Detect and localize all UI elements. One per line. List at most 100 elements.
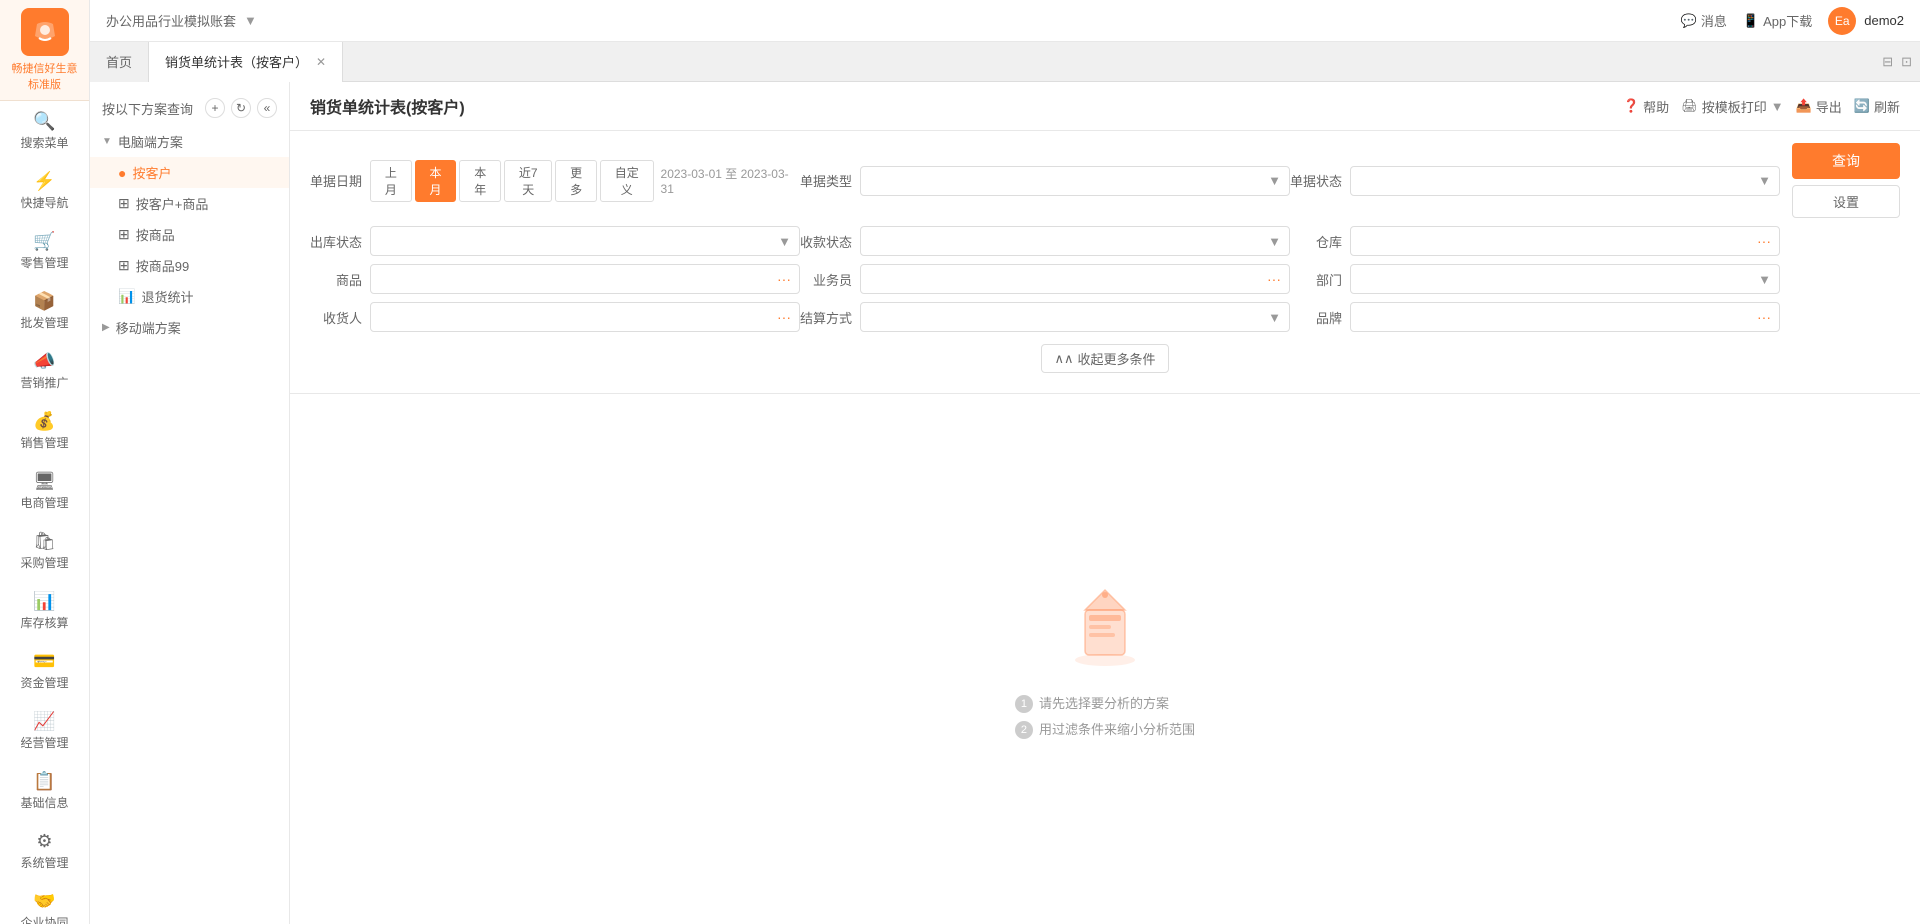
- tab-sales-stat[interactable]: 销货单统计表（按客户） ✕: [149, 42, 343, 82]
- sidebar-item-label: 基础信息: [4, 794, 85, 811]
- logo-icon: [21, 8, 69, 56]
- by-goods-icon: ⊞: [118, 226, 130, 243]
- sidebar-item-operations[interactable]: 📈 经营管理: [0, 701, 89, 761]
- refresh-scheme-btn[interactable]: ↻: [231, 98, 251, 118]
- marketing-icon: 📣: [4, 351, 85, 372]
- scheme-by-goods-99[interactable]: ⊞ 按商品99: [90, 250, 289, 281]
- export-icon: 📤: [1796, 98, 1812, 114]
- sidebar-item-ecommerce[interactable]: 🖥 电商管理: [0, 461, 89, 521]
- settlement-label: 结算方式: [800, 308, 860, 327]
- sidebar-item-search-menu[interactable]: 🔍 搜索菜单: [0, 101, 89, 161]
- tip-1-num: 1: [1015, 695, 1033, 713]
- sidebar-item-finance[interactable]: 💳 资金管理: [0, 641, 89, 701]
- date-filter-cell: 单据日期 上月 本月 本年 近7天 更多 自定义 2023-03-01 至 20…: [310, 160, 800, 202]
- refresh-btn[interactable]: 🔄 刷新: [1854, 97, 1900, 116]
- scheme-by-customer-goods[interactable]: ⊞ 按客户+商品: [90, 188, 289, 219]
- page-title: 销货单统计表(按客户): [310, 94, 465, 118]
- tab-bar: 首页 销货单统计表（按客户） ✕ ⊟ ⊡: [90, 42, 1920, 82]
- settlement-arrow-icon: ▼: [1268, 310, 1281, 325]
- receipt-status-filter-cell: 收款状态 ▼: [800, 226, 1290, 256]
- add-scheme-btn[interactable]: +: [205, 98, 225, 118]
- app-download-label: App下载: [1763, 11, 1812, 30]
- salesperson-select[interactable]: ···: [860, 264, 1290, 294]
- sidebar-item-inventory[interactable]: 📊 库存核算: [0, 581, 89, 641]
- export-btn[interactable]: 📤 导出: [1796, 97, 1842, 116]
- user-area[interactable]: Ea demo2: [1828, 7, 1904, 35]
- sidebar-item-label: 营销推广: [4, 374, 85, 391]
- date-last-month-btn[interactable]: 上月: [370, 160, 412, 202]
- sales-icon: 💰: [4, 411, 85, 432]
- message-btn[interactable]: 💬 消息: [1681, 11, 1727, 30]
- doc-status-select[interactable]: ▼: [1350, 166, 1780, 196]
- recipient-label: 收货人: [310, 308, 370, 327]
- sidebar-item-retail[interactable]: 🛒 零售管理: [0, 221, 89, 281]
- warehouse-select[interactable]: ···: [1350, 226, 1780, 256]
- sidebar-item-system[interactable]: ⚙ 系统管理: [0, 821, 89, 881]
- recipient-select[interactable]: ···: [370, 302, 800, 332]
- salesperson-dots[interactable]: ···: [1267, 271, 1281, 287]
- dept-select[interactable]: ▼: [1350, 264, 1780, 294]
- mobile-section-title[interactable]: ▶ 移动端方案: [90, 312, 289, 343]
- date-filter-controls: 上月 本月 本年 近7天 更多 自定义 2023-03-01 至 2023-03…: [370, 160, 800, 202]
- date-this-year-btn[interactable]: 本年: [459, 160, 501, 202]
- sidebar-item-label: 搜索菜单: [4, 134, 85, 151]
- collapse-panel-btn[interactable]: «: [257, 98, 277, 118]
- setting-button[interactable]: 设置: [1792, 185, 1900, 218]
- out-status-label: 出库状态: [310, 232, 370, 251]
- scheme-by-goods[interactable]: ⊞ 按商品: [90, 219, 289, 250]
- help-btn[interactable]: ❓ 帮助: [1623, 97, 1669, 116]
- brand-select[interactable]: ···: [1350, 302, 1780, 332]
- scheme-return-stats[interactable]: 📊 退货统计: [90, 281, 289, 312]
- date-custom-btn[interactable]: 自定义: [600, 160, 654, 202]
- app-download-btn[interactable]: 📱 App下载: [1743, 11, 1812, 30]
- tab-close-btn[interactable]: ✕: [316, 55, 326, 69]
- collapse-btn[interactable]: ∧∧ 收起更多条件: [1041, 344, 1168, 373]
- date-this-month-btn[interactable]: 本月: [415, 160, 457, 202]
- warehouse-dots[interactable]: ···: [1757, 233, 1771, 249]
- goods-dots[interactable]: ···: [777, 271, 791, 287]
- logo-area: 畅捷信好生意 标准版: [0, 0, 89, 101]
- sidebar-item-basic[interactable]: 📋 基础信息: [0, 761, 89, 821]
- query-button[interactable]: 查询: [1792, 143, 1900, 179]
- sidebar-item-label: 资金管理: [4, 674, 85, 691]
- recipient-dots[interactable]: ···: [777, 309, 791, 325]
- receipt-status-label: 收款状态: [800, 232, 860, 251]
- sidebar-item-label: 销售管理: [4, 434, 85, 451]
- out-status-select[interactable]: ▼: [370, 226, 800, 256]
- goods-select[interactable]: ···: [370, 264, 800, 294]
- header-right: 💬 消息 📱 App下载 Ea demo2: [1681, 7, 1904, 35]
- dropdown-arrow-icon[interactable]: ▼: [244, 13, 257, 28]
- tab-maximize-icon[interactable]: ⊡: [1901, 54, 1912, 70]
- tab-home[interactable]: 首页: [90, 42, 149, 82]
- doc-status-filter-cell: 单据状态 ▼: [1290, 166, 1780, 196]
- sidebar-item-label: 库存核算: [4, 614, 85, 631]
- scheme-by-goods-99-label: 按商品99: [136, 256, 189, 275]
- scheme-by-customer[interactable]: ● 按客户: [90, 157, 289, 188]
- sidebar-item-marketing[interactable]: 📣 营销推广: [0, 341, 89, 401]
- date-last-7-days-btn[interactable]: 近7天: [504, 160, 552, 202]
- sidebar-item-cooperation[interactable]: 🤝 企业协同: [0, 881, 89, 924]
- mobile-section-label: 移动端方案: [116, 318, 181, 337]
- settlement-filter-cell: 结算方式 ▼: [800, 302, 1290, 332]
- print-btn[interactable]: 🖨 按模板打印 ▼: [1681, 97, 1783, 116]
- filter-row-3: 商品 ··· 业务员 ··· 部门: [310, 264, 1900, 294]
- export-label: 导出: [1816, 97, 1842, 116]
- tab-minimize-icon[interactable]: ⊟: [1882, 54, 1893, 70]
- search-menu-icon: 🔍: [4, 111, 85, 132]
- settlement-select[interactable]: ▼: [860, 302, 1290, 332]
- sidebar-item-wholesale[interactable]: 📦 批发管理: [0, 281, 89, 341]
- date-more-btn[interactable]: 更多: [555, 160, 597, 202]
- return-stats-icon: 📊: [118, 288, 135, 305]
- receipt-status-select[interactable]: ▼: [860, 226, 1290, 256]
- sidebar-item-sales[interactable]: 💰 销售管理: [0, 401, 89, 461]
- doc-type-select[interactable]: ▼: [860, 166, 1290, 196]
- help-icon: ❓: [1623, 98, 1639, 114]
- cooperation-icon: 🤝: [4, 891, 85, 912]
- brand-dots[interactable]: ···: [1757, 309, 1771, 325]
- sidebar-item-purchase[interactable]: 🛍 采购管理: [0, 521, 89, 581]
- sidebar-item-quick-nav[interactable]: ⚡ 快捷导航: [0, 161, 89, 221]
- ecommerce-icon: 🖥: [4, 471, 85, 492]
- desktop-section-title[interactable]: ▼ 电脑端方案: [90, 126, 289, 157]
- purchase-icon: 🛍: [4, 531, 85, 552]
- tip-2-text: 用过滤条件来缩小分析范围: [1039, 717, 1195, 743]
